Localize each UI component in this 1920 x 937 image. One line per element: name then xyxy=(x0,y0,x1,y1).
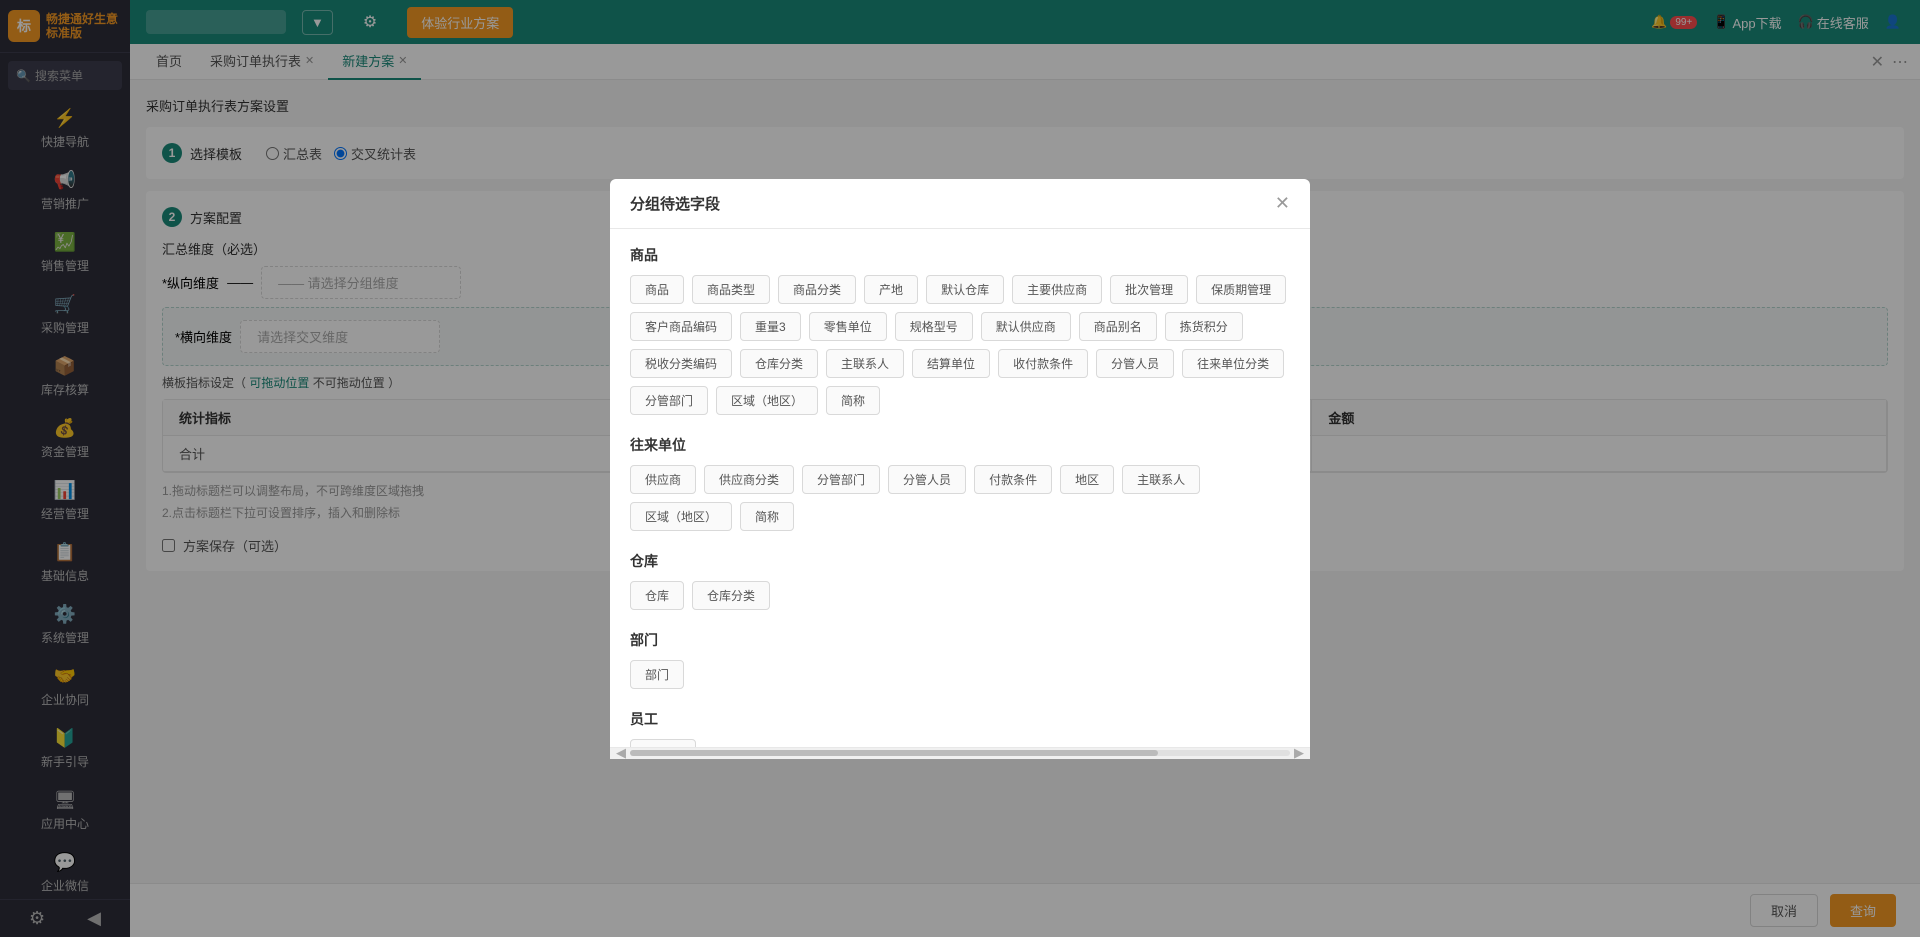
scrollbar-thumb xyxy=(630,750,1158,756)
field-tag[interactable]: 商品类型 xyxy=(692,275,770,304)
field-group-department: 部门 部门 xyxy=(630,630,1290,689)
field-tags-employee: 业务员 xyxy=(630,739,1290,747)
field-tag[interactable]: 收付款条件 xyxy=(998,349,1088,378)
scroll-right-btn[interactable]: ▶ xyxy=(1290,745,1308,761)
field-tag[interactable]: 商品别名 xyxy=(1079,312,1157,341)
field-tag[interactable]: 零售单位 xyxy=(809,312,887,341)
field-select-modal: 分组待选字段 ✕ 商品 商品 商品类型 商品分类 产地 默认仓库 主要供应商 批… xyxy=(610,179,1310,759)
field-group-warehouse-title: 仓库 xyxy=(630,551,1290,571)
field-tag[interactable]: 地区 xyxy=(1060,465,1114,494)
field-tag[interactable]: 默认仓库 xyxy=(926,275,1004,304)
field-tag[interactable]: 区域（地区） xyxy=(716,386,818,415)
field-group-partner-title: 往来单位 xyxy=(630,435,1290,455)
field-tag[interactable]: 仓库分类 xyxy=(692,581,770,610)
field-tag[interactable]: 产地 xyxy=(864,275,918,304)
field-tag[interactable]: 仓库 xyxy=(630,581,684,610)
modal-body: 商品 商品 商品类型 商品分类 产地 默认仓库 主要供应商 批次管理 保质期管理… xyxy=(610,229,1310,747)
modal-header: 分组待选字段 ✕ xyxy=(610,179,1310,229)
field-tag[interactable]: 批次管理 xyxy=(1110,275,1188,304)
field-tag[interactable]: 业务员 xyxy=(630,739,696,747)
field-tag[interactable]: 部门 xyxy=(630,660,684,689)
field-tag[interactable]: 商品分类 xyxy=(778,275,856,304)
field-tag[interactable]: 供应商分类 xyxy=(704,465,794,494)
field-tag[interactable]: 规格型号 xyxy=(895,312,973,341)
field-tag[interactable]: 客户商品编码 xyxy=(630,312,732,341)
field-tag[interactable]: 分管人员 xyxy=(1096,349,1174,378)
modal-close-button[interactable]: ✕ xyxy=(1275,193,1290,214)
field-tag[interactable]: 付款条件 xyxy=(974,465,1052,494)
field-tag[interactable]: 税收分类编码 xyxy=(630,349,732,378)
field-tag[interactable]: 默认供应商 xyxy=(981,312,1071,341)
field-tag[interactable]: 供应商 xyxy=(630,465,696,494)
field-tag[interactable]: 拣货积分 xyxy=(1165,312,1243,341)
scrollbar-track xyxy=(630,750,1290,756)
field-group-employee: 员工 业务员 xyxy=(630,709,1290,747)
field-tag[interactable]: 分管部门 xyxy=(630,386,708,415)
field-group-employee-title: 员工 xyxy=(630,709,1290,729)
field-group-partner: 往来单位 供应商 供应商分类 分管部门 分管人员 付款条件 地区 主联系人 区域… xyxy=(630,435,1290,531)
field-tag[interactable]: 仓库分类 xyxy=(740,349,818,378)
field-group-warehouse: 仓库 仓库 仓库分类 xyxy=(630,551,1290,610)
field-tag[interactable]: 区域（地区） xyxy=(630,502,732,531)
modal-scrollbar[interactable]: ◀ ▶ xyxy=(610,747,1310,759)
field-group-goods: 商品 商品 商品类型 商品分类 产地 默认仓库 主要供应商 批次管理 保质期管理… xyxy=(630,245,1290,415)
modal-title: 分组待选字段 xyxy=(630,193,720,214)
field-tags-partner: 供应商 供应商分类 分管部门 分管人员 付款条件 地区 主联系人 区域（地区） … xyxy=(630,465,1290,531)
field-tag[interactable]: 往来单位分类 xyxy=(1182,349,1284,378)
field-tag[interactable]: 重量3 xyxy=(740,312,801,341)
field-tag[interactable]: 简称 xyxy=(740,502,794,531)
field-tag[interactable]: 保质期管理 xyxy=(1196,275,1286,304)
field-group-department-title: 部门 xyxy=(630,630,1290,650)
field-group-goods-title: 商品 xyxy=(630,245,1290,265)
field-tag[interactable]: 简称 xyxy=(826,386,880,415)
field-tags-goods: 商品 商品类型 商品分类 产地 默认仓库 主要供应商 批次管理 保质期管理 客户… xyxy=(630,275,1290,415)
field-tag[interactable]: 分管人员 xyxy=(888,465,966,494)
field-tag[interactable]: 主联系人 xyxy=(1122,465,1200,494)
field-tags-department: 部门 xyxy=(630,660,1290,689)
field-tag[interactable]: 商品 xyxy=(630,275,684,304)
field-tag[interactable]: 结算单位 xyxy=(912,349,990,378)
field-tag[interactable]: 主要供应商 xyxy=(1012,275,1102,304)
scroll-left-btn[interactable]: ◀ xyxy=(612,745,630,761)
field-tags-warehouse: 仓库 仓库分类 xyxy=(630,581,1290,610)
field-tag[interactable]: 分管部门 xyxy=(802,465,880,494)
field-tag[interactable]: 主联系人 xyxy=(826,349,904,378)
modal-overlay: 分组待选字段 ✕ 商品 商品 商品类型 商品分类 产地 默认仓库 主要供应商 批… xyxy=(0,0,1920,937)
